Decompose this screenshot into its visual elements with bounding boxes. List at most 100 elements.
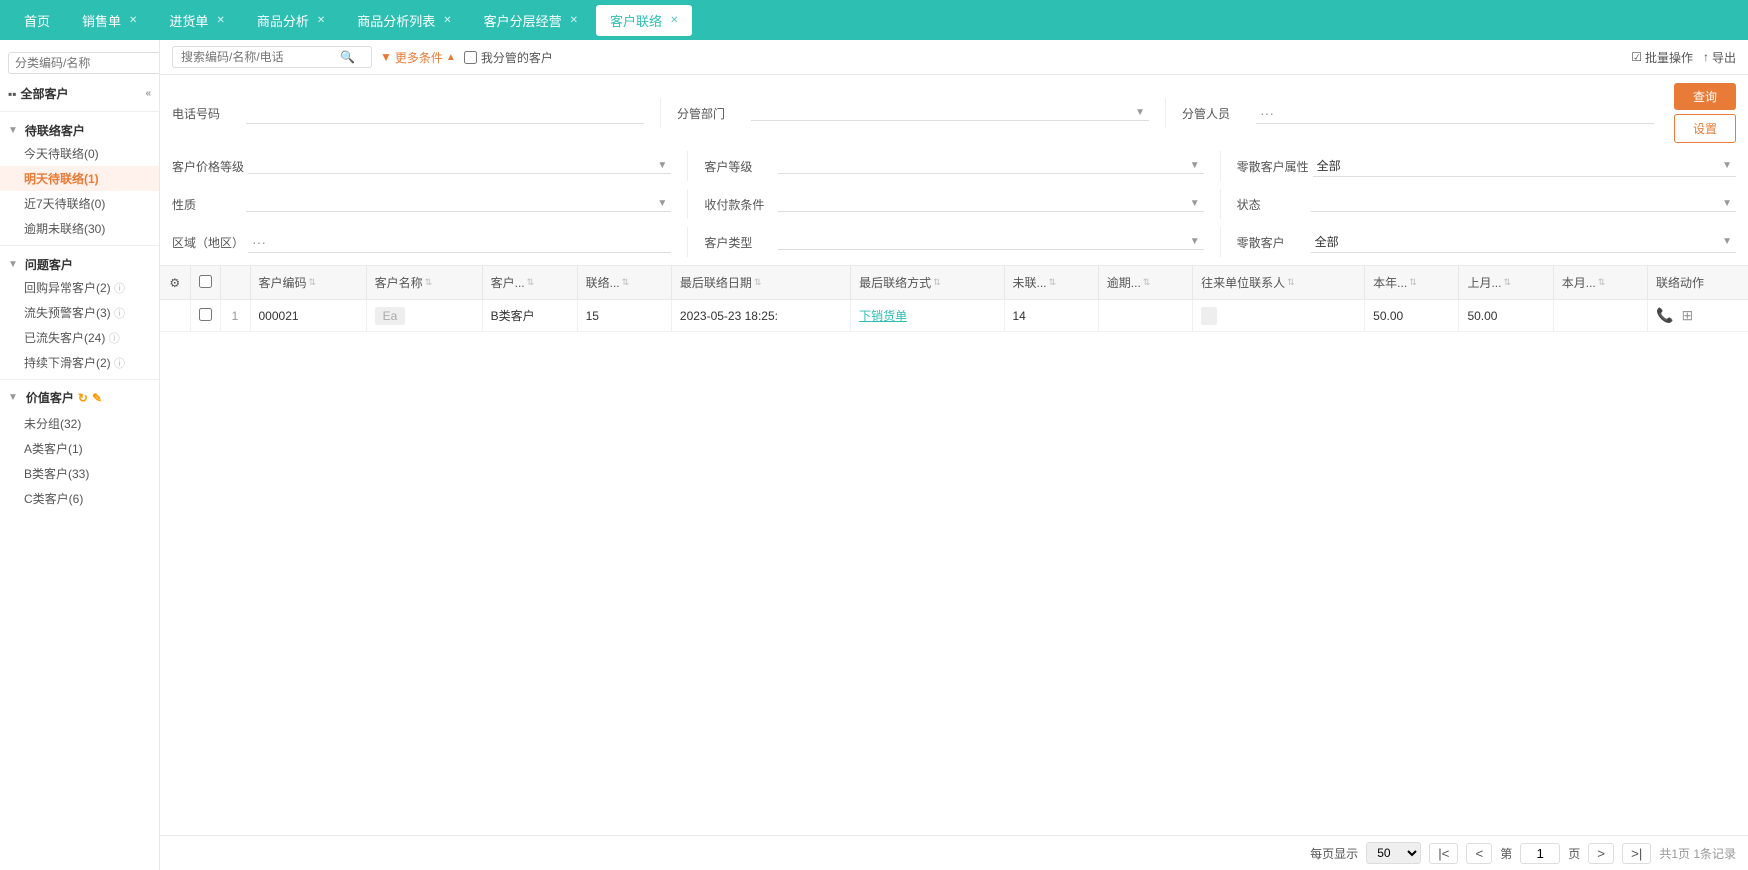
nav-sales[interactable]: 销售单 ✕ xyxy=(68,5,151,36)
search-input[interactable] xyxy=(181,50,336,64)
region-select[interactable]: ··· xyxy=(248,232,671,253)
select-all-checkbox[interactable] xyxy=(199,275,212,288)
sidebar-item-today-contact[interactable]: 今天待联络(0) xyxy=(0,141,159,166)
nav-purchase[interactable]: 进货单 ✕ xyxy=(155,5,238,36)
page-size-select[interactable]: 50 20 100 xyxy=(1366,842,1421,864)
sort-last-method-icon: ⇅ xyxy=(933,277,941,288)
gender-select[interactable]: ▼ xyxy=(246,196,671,212)
sidebar-collapse-btn[interactable]: « xyxy=(145,88,151,99)
sidebar-item-overdue-contact[interactable]: 逾期未联络(30) xyxy=(0,216,159,241)
settings-icon[interactable]: ⚙ xyxy=(169,276,180,290)
adv-filter-row-3: 性质 ▼ 收付款条件 ▼ 状态 ▼ xyxy=(172,189,1736,219)
adv-filter-row-1: 电话号码 分管部门 ▼ 分管人员 ··· xyxy=(172,83,1736,143)
value-section-label: ▼ 价值客户 ↻ ✎ xyxy=(0,384,159,411)
sidebar-item-b-customers[interactable]: B类客户(33) xyxy=(0,461,159,486)
row-unit-contact xyxy=(1193,300,1365,332)
sort-code[interactable]: 客户编码 ⇅ xyxy=(259,274,358,291)
phone-input[interactable] xyxy=(246,103,644,124)
person-select[interactable]: ··· xyxy=(1256,103,1654,124)
sidebar-item-week-contact[interactable]: 近7天待联络(0) xyxy=(0,191,159,216)
last-page-btn[interactable]: >| xyxy=(1622,843,1651,864)
query-button[interactable]: 查询 xyxy=(1674,83,1736,110)
sidebar-item-tomorrow-contact[interactable]: 明天待联络(1) xyxy=(0,166,159,191)
set-button[interactable]: 设置 xyxy=(1674,114,1736,143)
sidebar-item-a-customers[interactable]: A类客户(1) xyxy=(0,436,159,461)
nav-purchase-close[interactable]: ✕ xyxy=(216,15,224,26)
sidebar-all-customers[interactable]: ▪▪ 全部客户 « xyxy=(0,80,159,107)
nav-sales-close[interactable]: ✕ xyxy=(129,15,137,26)
retail-customer-select[interactable]: 全部 ▼ xyxy=(1311,231,1736,253)
nav-customer-contact[interactable]: 客户联络 ✕ xyxy=(596,5,692,36)
edit-icon[interactable]: ✎ xyxy=(92,391,102,405)
sidebar-item-c-customers[interactable]: C类客户(6) xyxy=(0,486,159,511)
th-num xyxy=(220,266,250,300)
top-navigation: 首页 销售单 ✕ 进货单 ✕ 商品分析 ✕ 商品分析列表 ✕ 客户分层经营 ✕ … xyxy=(0,0,1748,40)
sort-last-date-icon: ⇅ xyxy=(754,277,762,288)
retail-attr-select[interactable]: 全部 ▼ xyxy=(1313,155,1736,177)
sort-last-date[interactable]: 最后联络日期 ⇅ xyxy=(680,274,842,291)
th-check xyxy=(190,266,220,300)
sort-this-month[interactable]: 本月... ⇅ xyxy=(1562,274,1639,291)
sort-overdue[interactable]: 逾期... ⇅ xyxy=(1107,274,1184,291)
qr-action-icon[interactable]: ⊞ xyxy=(1681,307,1693,324)
customer-grade-select[interactable]: ▼ xyxy=(778,158,1203,174)
export-btn[interactable]: ↑ 导出 xyxy=(1703,49,1736,66)
nav-analysis[interactable]: 商品分析 ✕ xyxy=(243,5,339,36)
info-icon-2: ⓘ xyxy=(109,333,120,345)
page-num-input[interactable] xyxy=(1520,843,1560,864)
sort-this-year[interactable]: 本年... ⇅ xyxy=(1373,274,1450,291)
customer-type-chevron-icon: ▼ xyxy=(1190,236,1200,247)
search-icon[interactable]: 🔍 xyxy=(340,50,355,64)
sort-unit-contact-icon: ⇅ xyxy=(1287,277,1295,288)
nav-customer-contact-close[interactable]: ✕ xyxy=(670,15,678,26)
row-last-date: 2023-05-23 18:25: xyxy=(671,300,850,332)
filter-icon: ▼ xyxy=(380,50,392,64)
row-checkbox[interactable] xyxy=(199,308,212,321)
nav-analysis-table[interactable]: 商品分析列表 ✕ xyxy=(343,5,465,36)
sort-unit-contact[interactable]: 往来单位联系人 ⇅ xyxy=(1201,274,1356,291)
nav-home[interactable]: 首页 xyxy=(10,5,64,36)
sort-code-icon: ⇅ xyxy=(309,277,317,288)
my-customers-checkbox[interactable] xyxy=(464,51,477,64)
first-page-btn[interactable]: |< xyxy=(1429,843,1458,864)
info-icon-0: ⓘ xyxy=(114,283,125,295)
last-method-link[interactable]: 下销货单 xyxy=(859,309,907,323)
nav-customer-tier[interactable]: 客户分层经营 ✕ xyxy=(470,5,592,36)
sidebar-search-input[interactable] xyxy=(8,52,160,74)
payment-select[interactable]: ▼ xyxy=(778,196,1203,212)
batch-action-btn[interactable]: ☑ 批量操作 xyxy=(1631,49,1693,66)
dept-select[interactable]: ▼ xyxy=(751,105,1149,121)
row-check xyxy=(190,300,220,332)
status-select[interactable]: ▼ xyxy=(1311,196,1736,212)
sort-type[interactable]: 客户... ⇅ xyxy=(491,274,569,291)
sidebar-item-churned[interactable]: 已流失客户(24) ⓘ xyxy=(0,325,159,350)
nav-analysis-close[interactable]: ✕ xyxy=(317,15,325,26)
sidebar-item-declining[interactable]: 持续下滑客户(2) ⓘ xyxy=(0,350,159,375)
sort-contact[interactable]: 联络... ⇅ xyxy=(586,274,663,291)
adv-filter-row-2: 客户价格等级 ▼ 客户等级 ▼ 零散客户属性 全部 xyxy=(172,151,1736,181)
sidebar-item-churn-warning[interactable]: 流失预警客户(3) ⓘ xyxy=(0,300,159,325)
pending-section-label: ▼ 待联络客户 xyxy=(0,116,159,141)
more-conditions-btn[interactable]: ▼ 更多条件 ▲ xyxy=(380,49,456,66)
prev-page-btn[interactable]: < xyxy=(1466,843,1492,864)
sort-last-method[interactable]: 最后联络方式 ⇅ xyxy=(859,274,995,291)
nav-customer-tier-close[interactable]: ✕ xyxy=(570,15,578,26)
field-divider-6 xyxy=(1220,189,1221,219)
sort-un-contact[interactable]: 未联... ⇅ xyxy=(1013,274,1090,291)
sidebar-item-ungroup[interactable]: 未分组(32) xyxy=(0,411,159,436)
refresh-icon[interactable]: ↻ xyxy=(78,391,88,405)
export-icon: ↑ xyxy=(1703,50,1709,64)
sort-name[interactable]: 客户名称 ⇅ xyxy=(375,274,474,291)
sort-last-month[interactable]: 上月... ⇅ xyxy=(1467,274,1544,291)
sidebar-item-repurchase-abnormal[interactable]: 回购异常客户(2) ⓘ xyxy=(0,275,159,300)
person-dots-icon[interactable]: ··· xyxy=(1260,105,1274,121)
customer-value-select[interactable]: ▼ xyxy=(248,158,671,174)
phone-action-icon[interactable]: 📞 xyxy=(1656,307,1673,324)
next-page-btn[interactable]: > xyxy=(1588,843,1614,864)
sort-last-month-icon: ⇅ xyxy=(1503,277,1511,288)
action-icons: 📞 ⊞ xyxy=(1656,307,1740,324)
field-divider-5 xyxy=(687,189,688,219)
nav-analysis-table-close[interactable]: ✕ xyxy=(443,15,451,26)
region-dots-icon[interactable]: ··· xyxy=(252,234,266,250)
customer-type-select[interactable]: ▼ xyxy=(778,234,1203,250)
